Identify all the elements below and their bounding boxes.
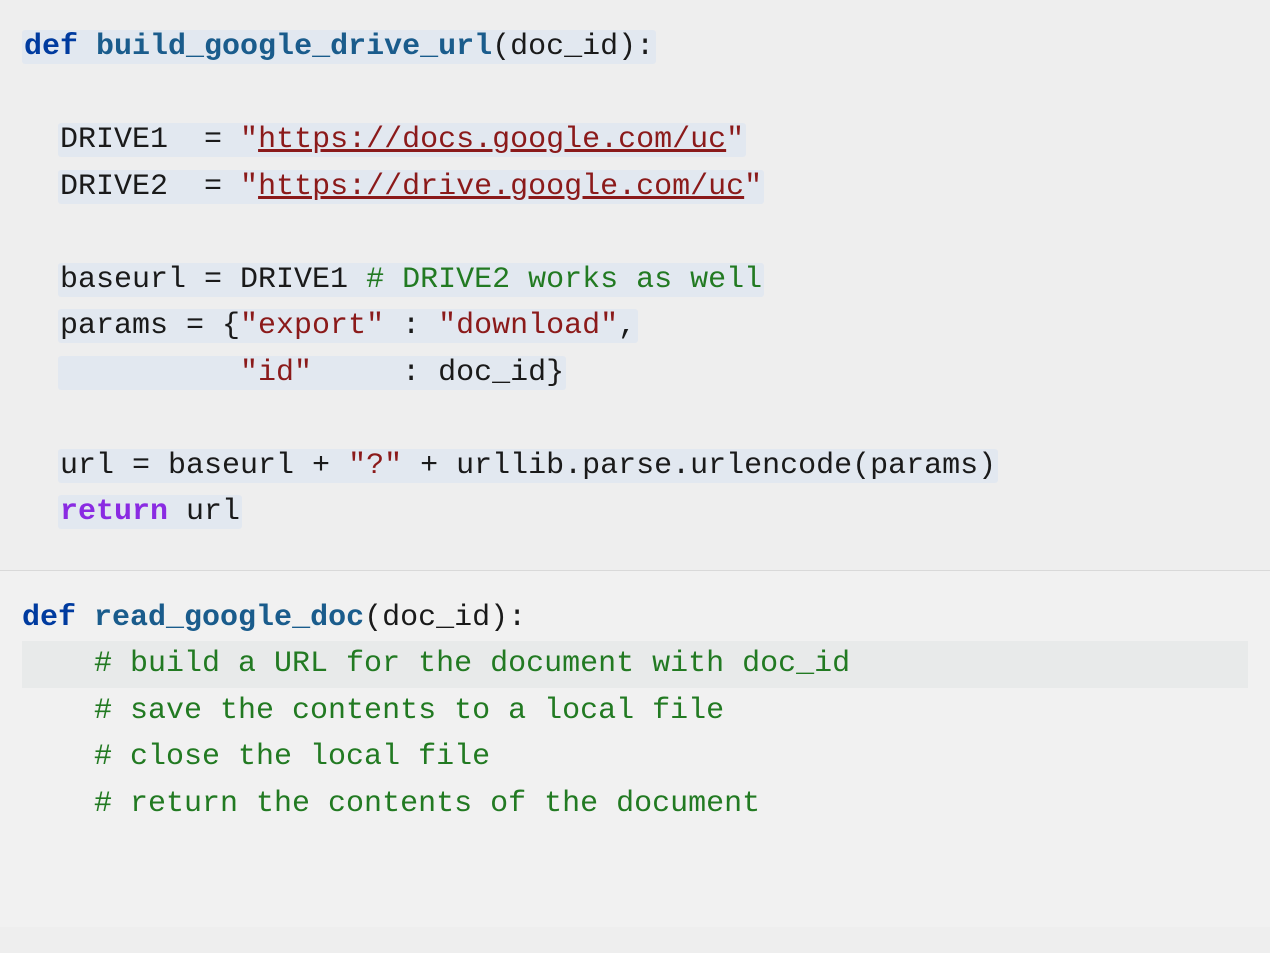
url-assign-a: url = baseurl + [60,449,348,483]
return-expr: url [168,495,240,529]
comment-close: # close the local file [94,740,490,774]
params-val-download: "download" [438,309,618,343]
space [76,601,94,635]
params-key-id: "id" [240,356,312,390]
params-tail2: : doc_id} [312,356,564,390]
params-sep1: : [384,309,438,343]
sig-open: ( [364,601,382,635]
function-name: read_google_doc [94,601,364,635]
code-block-build-url: def build_google_drive_url(doc_id): DRIV… [0,0,1270,564]
params-indent [60,356,240,390]
param-doc-id: doc_id [382,601,490,635]
drive1-lhs: DRIVE1 = [60,123,240,157]
param-doc-id: doc_id [510,30,618,64]
baseurl-assign: baseurl = DRIVE1 [60,263,366,297]
params-open: params = { [60,309,240,343]
baseurl-comment: # DRIVE2 works as well [366,263,762,297]
drive1-url: https://docs.google.com/uc [258,123,726,157]
sig-close: ): [490,601,526,635]
function-name: build_google_drive_url [96,30,492,64]
keyword-return: return [60,495,168,529]
code-pre-1: def build_google_drive_url(doc_id): DRIV… [22,24,1248,536]
code-block-read-doc: def read_google_doc(doc_id): # build a U… [0,570,1270,928]
comment-build-url: # build a URL for the document with doc_… [94,647,850,681]
sig-close: ): [618,30,654,64]
comment-save: # save the contents to a local file [94,694,724,728]
space [78,30,96,64]
url-qmark: "?" [348,449,402,483]
keyword-def: def [24,30,78,64]
drive2-lhs: DRIVE2 = [60,170,240,204]
quote: " [240,123,258,157]
url-assign-b: + urllib.parse.urlencode(params) [402,449,996,483]
drive2-url: https://drive.google.com/uc [258,170,744,204]
params-tail1: , [618,309,636,343]
comment-return: # return the contents of the document [94,787,760,821]
quote: " [240,170,258,204]
quote: " [744,170,762,204]
quote: " [726,123,744,157]
sig-open: ( [492,30,510,64]
keyword-def: def [22,601,76,635]
params-key-export: "export" [240,309,384,343]
code-pre-2: def read_google_doc(doc_id): # build a U… [22,595,1248,828]
